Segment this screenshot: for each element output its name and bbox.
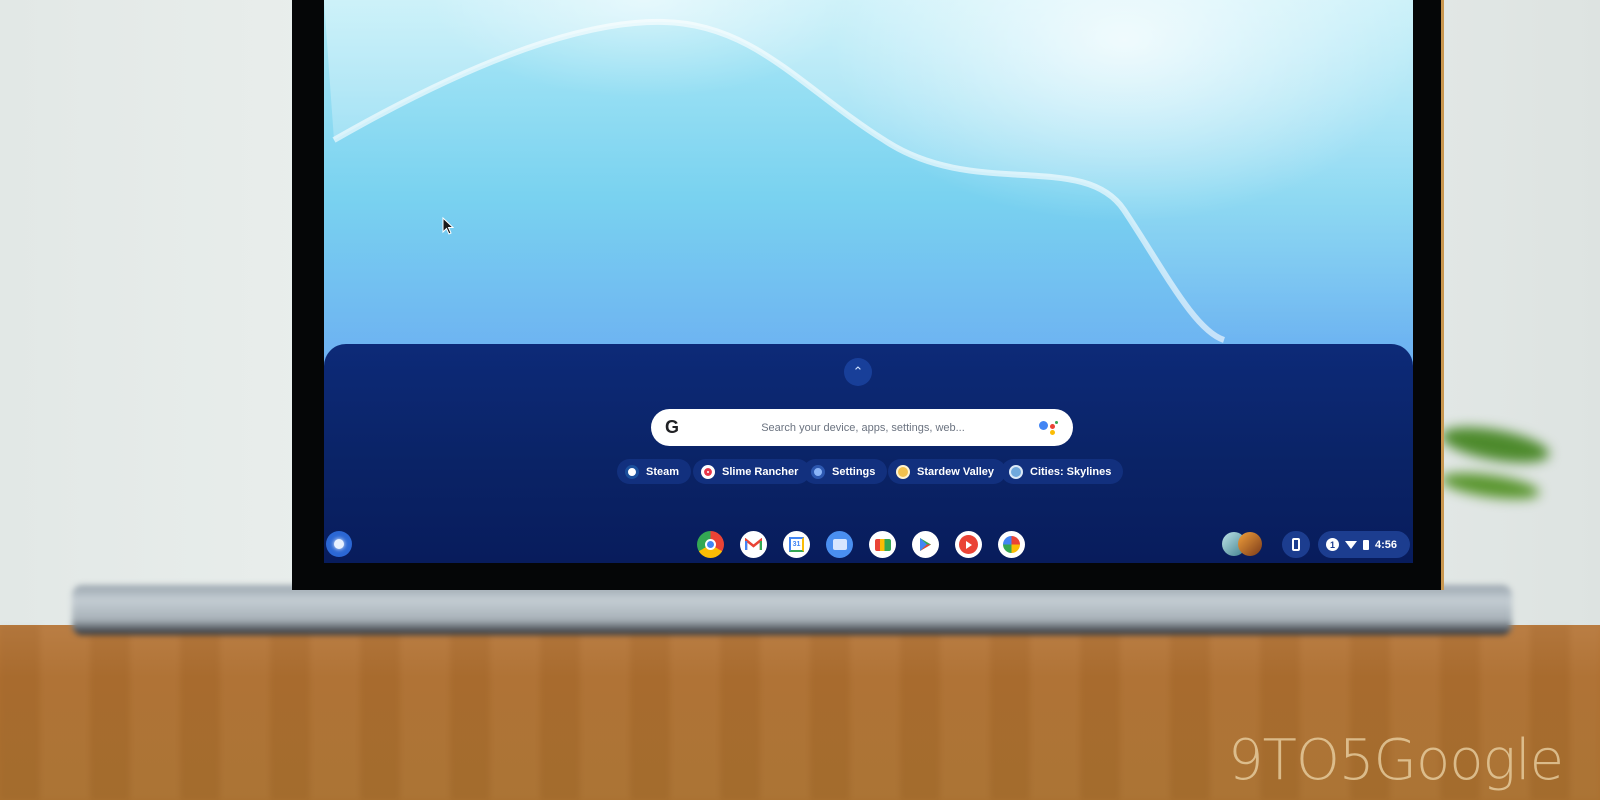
settings-gear-icon: [811, 464, 825, 479]
clock-time: 4:56: [1375, 538, 1398, 551]
phone-hub-button[interactable]: [1282, 531, 1310, 558]
mouse-cursor: [442, 217, 454, 235]
shelf-app-files[interactable]: [826, 531, 853, 558]
phone-icon: [1292, 538, 1300, 551]
suggestion-chip-stardew-valley[interactable]: Stardew Valley: [888, 459, 1007, 484]
chip-label: Stardew Valley: [917, 465, 995, 478]
launcher-search-bar[interactable]: G: [651, 409, 1073, 446]
chip-label: Settings: [832, 465, 876, 478]
suggestion-chip-steam[interactable]: Steam: [617, 459, 692, 484]
expand-launcher-button[interactable]: ⌃: [844, 358, 872, 386]
slime-rancher-icon: [701, 464, 715, 479]
launcher-icon: [334, 539, 344, 549]
battery-icon: [1363, 539, 1369, 550]
suggestion-chips: Steam Slime Rancher Settings Stardew Val…: [0, 459, 1600, 484]
files-icon: [832, 539, 847, 550]
shelf-app-youtube[interactable]: [955, 531, 982, 558]
shelf-app-photos[interactable]: [998, 531, 1025, 558]
wifi-icon: [1345, 540, 1357, 549]
shelf-app-meet[interactable]: [869, 531, 896, 558]
photos-icon: [1003, 536, 1020, 553]
chevron-up-icon: ⌃: [852, 364, 864, 379]
chip-label: Steam: [646, 465, 680, 478]
cities-skylines-icon: [1009, 464, 1023, 479]
status-area[interactable]: 1 4:56: [1318, 531, 1410, 558]
search-input[interactable]: [689, 421, 1037, 434]
stardew-valley-icon: [896, 464, 910, 479]
notification-count-badge: 1: [1326, 538, 1339, 551]
steam-icon: [625, 464, 639, 479]
suggestion-chip-slime-rancher[interactable]: Slime Rancher: [693, 459, 811, 484]
calendar-icon: 31: [789, 537, 804, 552]
shelf-app-gmail[interactable]: [740, 531, 767, 558]
shelf-app-calendar[interactable]: 31: [783, 531, 810, 558]
suggestion-chip-settings[interactable]: Settings: [803, 459, 888, 484]
shelf-app-chrome[interactable]: [697, 531, 724, 558]
stardew-valley-running-icon: [1238, 532, 1262, 556]
watermark-logo: 9TO5Google: [1228, 728, 1564, 793]
shelf-app-play-store[interactable]: [912, 531, 939, 558]
google-assistant-icon[interactable]: [1037, 419, 1059, 437]
chip-label: Cities: Skylines: [1030, 465, 1112, 478]
chip-label: Slime Rancher: [722, 465, 799, 478]
suggestion-chip-cities-skylines[interactable]: Cities: Skylines: [1001, 459, 1124, 484]
tray-running-apps[interactable]: [1222, 532, 1266, 556]
laptop-base: [72, 585, 1512, 635]
youtube-icon: [959, 535, 978, 554]
play-store-icon: [920, 538, 931, 551]
gmail-icon: [745, 538, 762, 550]
google-logo-icon: G: [665, 417, 680, 437]
launcher-button[interactable]: [326, 531, 352, 557]
chrome-icon: [705, 539, 716, 550]
meet-icon: [874, 538, 891, 551]
